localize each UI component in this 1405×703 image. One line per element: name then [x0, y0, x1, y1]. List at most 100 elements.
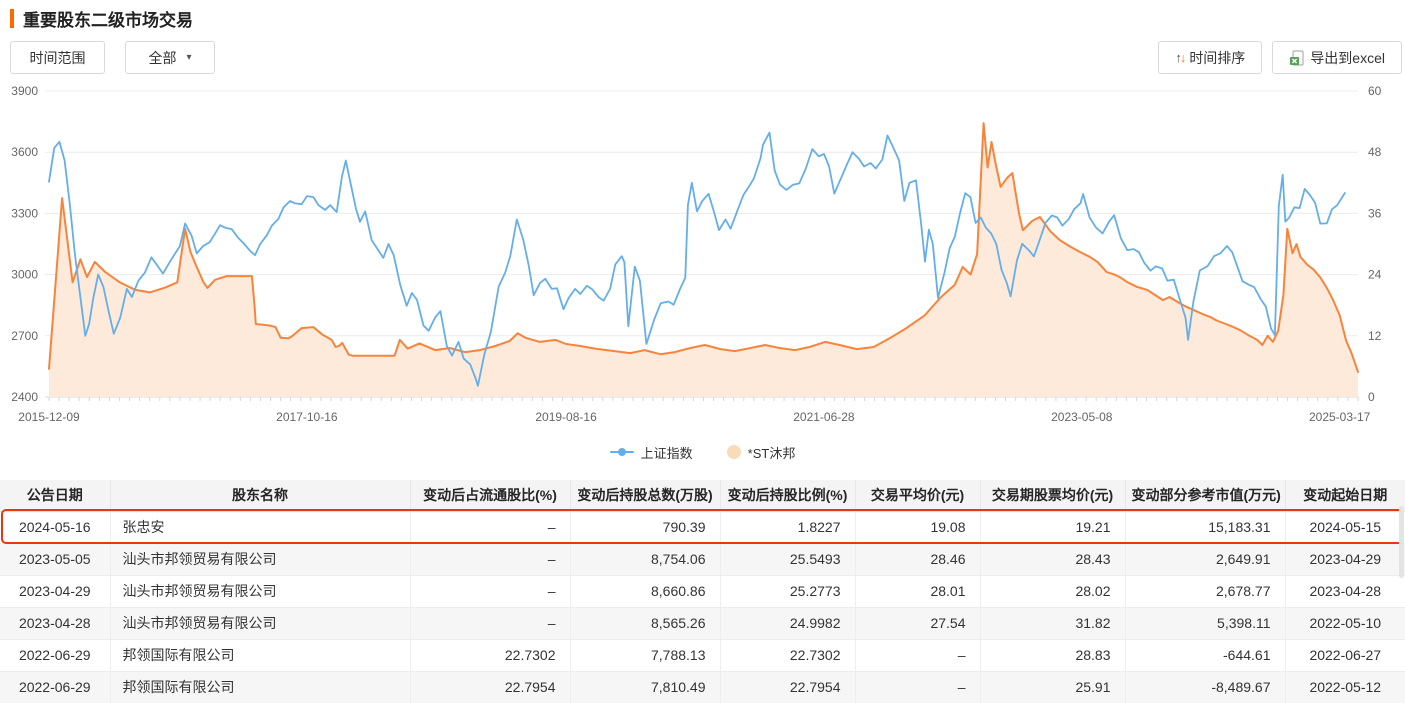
page-title-bar: 重要股东二级市场交易	[10, 7, 193, 30]
time-sort-label: 时间排序	[1189, 49, 1246, 66]
legend-label: *ST沐邦	[747, 445, 796, 461]
table-cell: 2022-06-29	[0, 639, 111, 672]
table-cell: 31.82	[980, 607, 1126, 640]
column-header: 变动后持股总数(万股)	[570, 480, 721, 512]
excel-icon	[1289, 50, 1305, 66]
table-row[interactable]: 2023-05-05 汕头市邦领贸易有限公司 –8,754.06 25.5493 28.…	[0, 543, 1405, 576]
table-cell: –	[410, 511, 571, 544]
table-cell: 28.46	[855, 543, 981, 576]
table-cell: -644.61	[1125, 639, 1286, 672]
table-cell: 2,678.77	[1125, 575, 1286, 608]
right-axis-tick: 0	[1368, 390, 1375, 404]
table-cell: 790.39	[570, 511, 721, 544]
table-cell: –	[410, 607, 571, 640]
table-cell: –	[855, 671, 981, 703]
x-axis-date-label: 2017-10-16	[276, 410, 338, 424]
table-cell: 24.9982	[720, 607, 856, 640]
left-axis-tick: 3600	[11, 145, 38, 159]
right-axis-tick: 12	[1368, 329, 1382, 343]
table-cell: 2022-06-27	[1285, 639, 1405, 672]
column-header: 变动后占流通股比(%)	[410, 480, 571, 512]
right-axis-tick: 60	[1368, 85, 1382, 98]
column-header: 变动起始日期	[1285, 480, 1405, 512]
x-axis-date-label: 2025-03-17	[1309, 410, 1371, 424]
table-cell: 7,810.49	[570, 671, 721, 703]
table-cell: 2022-06-29	[0, 671, 111, 703]
scrollbar-thumb[interactable]	[1399, 506, 1404, 578]
table-cell: –	[410, 543, 571, 576]
legend-label: 上证指数	[640, 445, 693, 461]
table-cell: 2,649.91	[1125, 543, 1286, 576]
table-cell: –	[410, 575, 571, 608]
table-cell: 邦领国际有限公司	[110, 639, 411, 672]
table-cell: 8,754.06	[570, 543, 721, 576]
table-cell: 2024-05-15	[1285, 511, 1405, 544]
table-row[interactable]: 2023-04-29 汕头市邦领贸易有限公司 –8,660.86 25.2773 28.…	[0, 575, 1405, 608]
table-cell: 25.5493	[720, 543, 856, 576]
data-table: 公告日期 股东名称 变动后占流通股比(%) 变动后持股总数(万股) 变动后持股比例(%)…	[0, 480, 1405, 703]
legend-item-st-mubang[interactable]: *ST沐邦	[726, 443, 796, 462]
time-range-label: 时间范围	[29, 49, 86, 66]
table-cell: 2023-04-28	[1285, 575, 1405, 608]
left-axis-tick: 3000	[11, 268, 38, 282]
table-cell: 2024-05-16	[0, 511, 111, 544]
table-cell: 2022-05-12	[1285, 671, 1405, 703]
table-cell: 2023-04-29	[1285, 543, 1405, 576]
left-axis-tick: 3300	[11, 206, 38, 220]
table-cell: 19.21	[980, 511, 1126, 544]
table-cell: 汕头市邦领贸易有限公司	[110, 543, 411, 576]
table-row[interactable]: 2024-05-16 张忠安 –790.39 1.8227 19.08 19.21 15,1…	[0, 511, 1405, 544]
left-axis-tick: 2400	[11, 390, 38, 404]
column-header: 交易平均价(元)	[855, 480, 981, 512]
legend-item-sse-index[interactable]: 上证指数	[609, 443, 693, 462]
st-mubang-area	[49, 123, 1358, 397]
page: 重要股东二级市场交易 时间范围 全部 ▾ ↑↓ 时间排序 导出到excel 39…	[0, 0, 1405, 703]
table-cell: 28.01	[855, 575, 981, 608]
time-range-button[interactable]: 时间范围	[10, 41, 105, 74]
table-cell: 22.7302	[410, 639, 571, 672]
table-cell: 25.91	[980, 671, 1126, 703]
table-cell: 7,788.13	[570, 639, 721, 672]
sort-arrows-icon: ↑↓	[1175, 50, 1186, 65]
table-row[interactable]: 2022-06-29 邦领国际有限公司 22.7302 7,788.13 22.7302…	[0, 639, 1405, 672]
table-cell: 22.7954	[410, 671, 571, 703]
left-axis-tick: 3900	[11, 85, 38, 98]
holders-trade-table: 公告日期 股东名称 变动后占流通股比(%) 变动后持股总数(万股) 变动后持股比例(%)…	[0, 480, 1405, 703]
table-row[interactable]: 2023-04-28 汕头市邦领贸易有限公司 –8,565.26 24.9982 27.…	[0, 607, 1405, 640]
table-cell: –	[855, 639, 981, 672]
table-cell: 5,398.11	[1125, 607, 1286, 640]
table-cell: 8,565.26	[570, 607, 721, 640]
chevron-down-icon: ▾	[186, 52, 192, 63]
title-accent-bar	[10, 8, 14, 28]
toolbar-right: ↑↓ 时间排序 导出到excel	[1158, 41, 1402, 74]
column-header: 交易期股票均价(元)	[980, 480, 1126, 512]
column-header: 变动部分参考市值(万元)	[1125, 480, 1286, 512]
filter-dropdown[interactable]: 全部 ▾	[125, 41, 215, 74]
line-marker-icon	[609, 448, 634, 456]
table-cell: 汕头市邦领贸易有限公司	[110, 575, 411, 608]
time-sort-button[interactable]: ↑↓ 时间排序	[1158, 41, 1263, 74]
filter-selected-value: 全部	[148, 49, 177, 66]
table-cell: 27.54	[855, 607, 981, 640]
column-header: 变动后持股比例(%)	[720, 480, 856, 512]
right-axis-tick: 24	[1368, 268, 1382, 282]
table-row[interactable]: 2022-06-29 邦领国际有限公司 22.7954 7,810.49 22.7954…	[0, 671, 1405, 703]
table-cell: 邦领国际有限公司	[110, 671, 411, 703]
right-axis-tick: 48	[1368, 145, 1382, 159]
table-cell: 22.7954	[720, 671, 856, 703]
market-trend-chart: 3900 3600 3300 3000 2700 2400 60 48 36 24 12 0 2015-…	[11, 85, 1382, 424]
table-cell: 22.7302	[720, 639, 856, 672]
table-cell: 28.83	[980, 639, 1126, 672]
table-cell: 2023-05-05	[0, 543, 111, 576]
x-axis-date-label: 2015-12-09	[18, 410, 80, 424]
export-excel-button[interactable]: 导出到excel	[1272, 41, 1402, 74]
column-header: 公告日期	[0, 480, 111, 512]
x-axis-date-label: 2021-06-28	[793, 410, 855, 424]
export-excel-label: 导出到excel	[1310, 49, 1385, 66]
table-cell: 19.08	[855, 511, 981, 544]
table-cell: 2022-05-10	[1285, 607, 1405, 640]
page-title: 重要股东二级市场交易	[23, 10, 193, 30]
table-cell: 25.2773	[720, 575, 856, 608]
table-header-row: 公告日期 股东名称 变动后占流通股比(%) 变动后持股总数(万股) 变动后持股比例(%)…	[0, 480, 1405, 512]
toolbar-left: 时间范围 全部 ▾	[10, 41, 215, 74]
